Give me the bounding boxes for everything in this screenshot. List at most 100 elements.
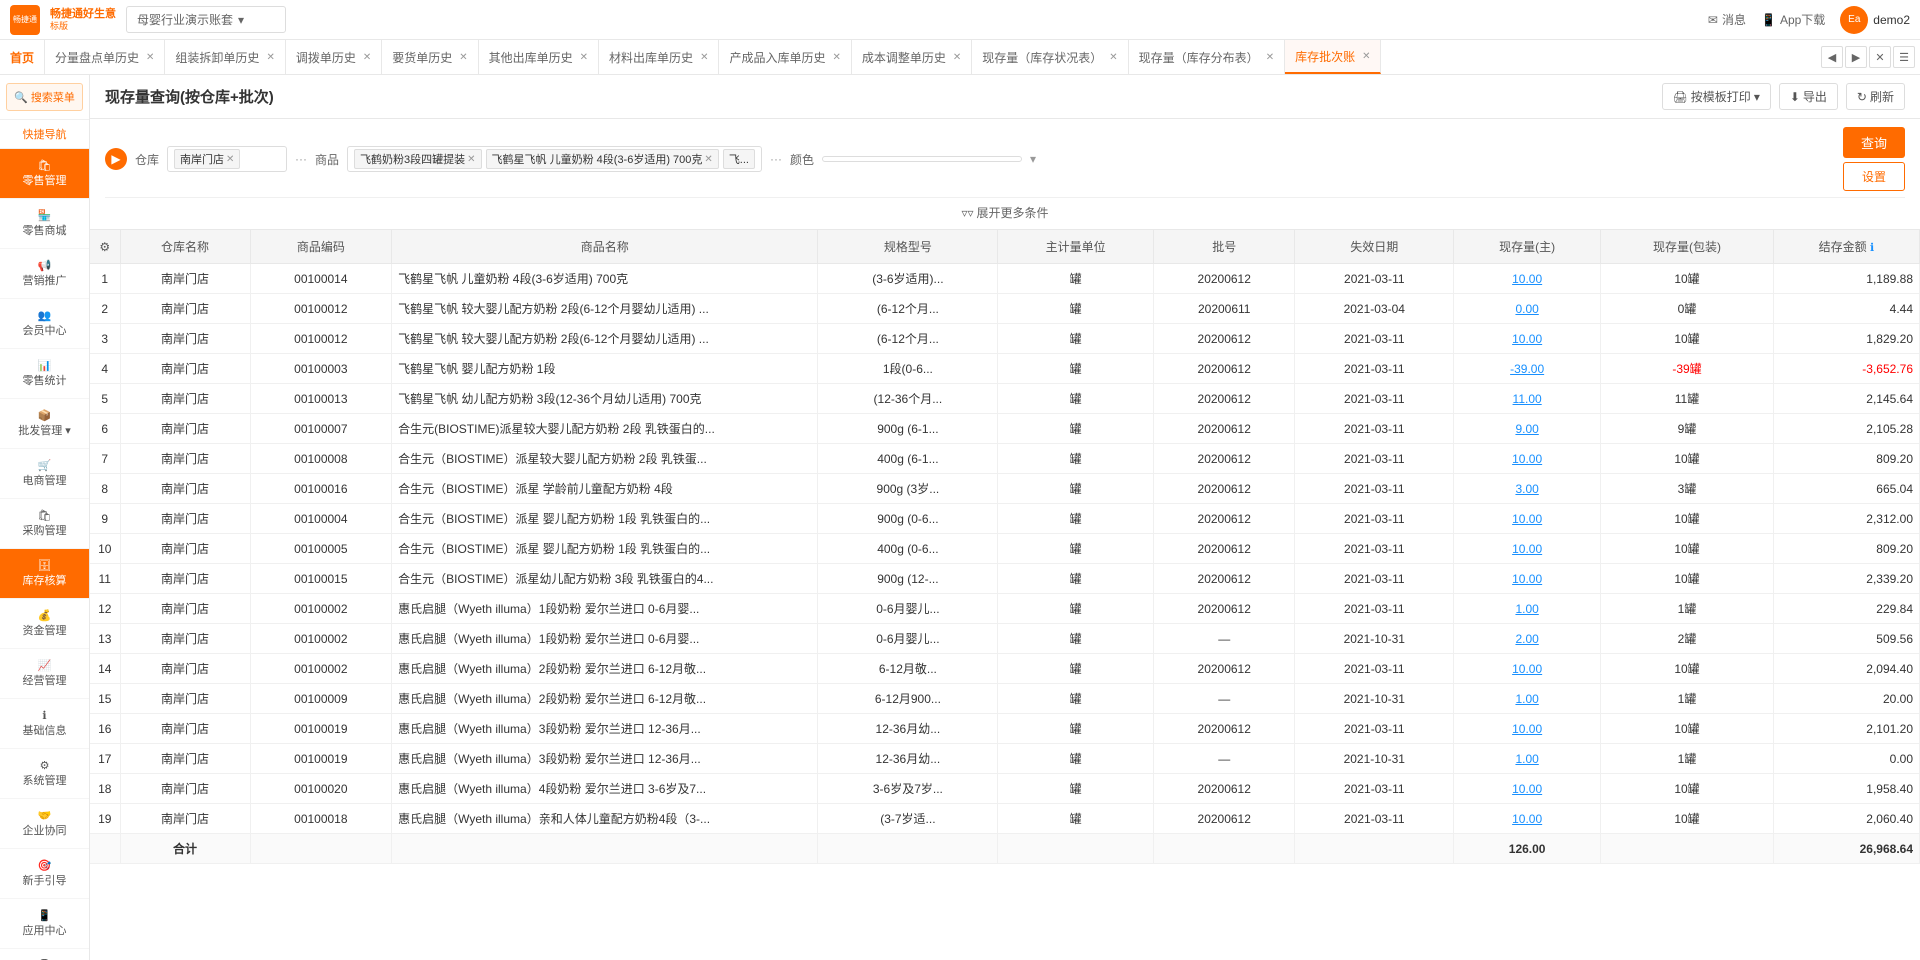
goods-more-icon[interactable]: ··· [770,152,782,166]
quick-nav-btn[interactable]: 快捷导航 [0,120,89,149]
messages-btn[interactable]: ✉ 消息 [1708,11,1746,28]
cell-qty-pkg: 1罐 [1601,744,1774,774]
cell-qty-main[interactable]: 10.00 [1454,564,1601,594]
sidebar-item-wholesale[interactable]: 📦 批发管理 ▾ [0,399,89,449]
expand-more-btn[interactable]: ▿▿ 展开更多条件 [105,197,1905,221]
tab-prev-btn[interactable]: ◀ [1821,46,1843,68]
sidebar-item-collab[interactable]: 🤝 企业协同 [0,799,89,849]
goods-tag-2-remove-icon[interactable]: ✕ [704,154,712,165]
warehouse-tag-remove-icon[interactable]: ✕ [226,154,234,165]
tab-next-btn[interactable]: ▶ [1845,46,1867,68]
close-icon[interactable]: ✕ [953,52,961,63]
main-layout: 🔍 搜索菜单 快捷导航 🛍 零售管理 🏪 零售商城 📢 营销推广 👥 [0,75,1920,960]
sidebar-item-wechat[interactable]: 💬 企业微信 [0,949,89,960]
cell-qty-main[interactable]: 10.00 [1454,444,1601,474]
messages-label: 消息 [1722,11,1746,28]
warehouse-more-icon[interactable]: ··· [295,152,307,166]
cell-qty-pkg: 10罐 [1601,654,1774,684]
amount-info-icon[interactable]: ℹ [1870,242,1874,254]
cell-qty-main[interactable]: 9.00 [1454,414,1601,444]
sidebar-item-store[interactable]: 🏪 零售商城 [0,199,89,249]
tab-chenben[interactable]: 成本调整单历史 ✕ [852,40,972,74]
tab-menu-btn[interactable]: ☰ [1893,46,1915,68]
sidebar-item-retail[interactable]: 🛍 零售管理 [0,149,89,199]
export-btn[interactable]: ⬇ 导出 [1779,83,1838,110]
tab-zuzhuang[interactable]: 组装拆卸单历史 ✕ [165,40,285,74]
tab-chengpin[interactable]: 产成品入库单历史 ✕ [719,40,851,74]
expand-arrow-btn[interactable]: ▶ [105,148,127,170]
goods-filter[interactable]: 飞鹤奶粉3段四罐提装 ✕ 飞鹤星飞帆 儿童奶粉 4段(3-6岁适用) 700克 … [347,146,762,172]
tab-diaopo[interactable]: 调拨单历史 ✕ [286,40,382,74]
cell-qty-main[interactable]: 10.00 [1454,774,1601,804]
cell-qty-main[interactable]: 1.00 [1454,684,1601,714]
cell-qty-main[interactable]: -39.00 [1454,354,1601,384]
cell-qty-main[interactable]: 11.00 [1454,384,1601,414]
account-dropdown[interactable]: 母婴行业演示账套 ▾ [126,6,286,33]
close-icon[interactable]: ✕ [459,52,467,63]
sidebar-item-marketing[interactable]: 📢 营销推广 [0,249,89,299]
tab-label: 调拨单历史 [296,49,356,66]
close-icon[interactable]: ✕ [1266,52,1274,63]
setting-btn[interactable]: 设置 [1843,162,1905,191]
sidebar-item-purchase[interactable]: 🛍 采购管理 [0,499,89,549]
cell-qty-main[interactable]: 2.00 [1454,624,1601,654]
sidebar-item-ecom[interactable]: 🛒 电商管理 [0,449,89,499]
goods-tag-1-remove-icon[interactable]: ✕ [467,154,475,165]
user-area[interactable]: Ea demo2 [1840,6,1910,34]
refresh-label: 刷新 [1870,88,1894,105]
tab-home[interactable]: 首页 [0,40,45,74]
goods-tag-1-text: 飞鹤奶粉3段四罐提装 [360,151,465,167]
cell-warehouse: 南岸门店 [120,624,250,654]
tab-label: 产成品入库单历史 [729,49,825,66]
cell-qty-pkg: 2罐 [1601,624,1774,654]
color-dropdown-icon[interactable]: ▾ [1030,152,1036,166]
refresh-btn[interactable]: ↻ 刷新 [1846,83,1905,110]
tab-cailiao[interactable]: 材料出库单历史 ✕ [599,40,719,74]
cell-qty-main[interactable]: 1.00 [1454,594,1601,624]
cell-qty-main[interactable]: 10.00 [1454,654,1601,684]
close-icon[interactable]: ✕ [832,52,840,63]
sidebar-item-apps[interactable]: 📱 应用中心 [0,899,89,949]
cell-qty-main[interactable]: 10.00 [1454,714,1601,744]
sidebar-item-system[interactable]: ⚙ 系统管理 [0,749,89,799]
cell-qty-main[interactable]: 10.00 [1454,264,1601,294]
close-icon[interactable]: ✕ [1109,52,1117,63]
tab-qitachuku[interactable]: 其他出库单历史 ✕ [479,40,599,74]
close-icon[interactable]: ✕ [146,52,154,63]
cell-qty-main[interactable]: 10.00 [1454,534,1601,564]
cell-qty-main[interactable]: 10.00 [1454,324,1601,354]
tab-xiancunliang2[interactable]: 现存量（库存分布表） ✕ [1129,40,1285,74]
tab-fenliangpandan[interactable]: 分量盘点单历史 ✕ [45,40,165,74]
warehouse-filter[interactable]: 南岸门店 ✕ [167,146,287,172]
query-btn[interactable]: 查询 [1843,127,1905,158]
guide-label: 新手引导 [5,872,84,888]
app-download-btn[interactable]: 📱 App下载 [1761,11,1825,28]
sidebar-item-stats[interactable]: 📊 零售统计 [0,349,89,399]
search-menu-btn[interactable]: 🔍 搜索菜单 [6,83,83,111]
close-icon[interactable]: ✕ [580,52,588,63]
cell-qty-main[interactable]: 10.00 [1454,504,1601,534]
sidebar-item-finance[interactable]: 💰 资金管理 [0,599,89,649]
cell-code: 00100012 [250,324,392,354]
tab-kucun-pici[interactable]: 库存批次账 ✕ [1285,40,1381,74]
print-btn[interactable]: 🖨 按模板打印 ▾ [1662,83,1771,110]
col-setting[interactable]: ⚙ [90,230,120,264]
cell-qty-main[interactable]: 0.00 [1454,294,1601,324]
tab-xiancunliang1[interactable]: 现存量（库存状况表） ✕ [972,40,1128,74]
close-icon[interactable]: ✕ [700,52,708,63]
cell-qty-main[interactable]: 10.00 [1454,804,1601,834]
sidebar-item-guide[interactable]: 🎯 新手引导 [0,849,89,899]
cell-qty-main[interactable]: 1.00 [1454,744,1601,774]
color-filter[interactable] [822,156,1022,162]
sidebar-item-operation[interactable]: 📈 经营管理 [0,649,89,699]
close-icon[interactable]: ✕ [1362,51,1370,62]
tab-close-btn[interactable]: ✕ [1869,46,1891,68]
sidebar-item-basic[interactable]: ℹ 基础信息 [0,699,89,749]
close-icon[interactable]: ✕ [266,52,274,63]
tab-yaohuo[interactable]: 要货单历史 ✕ [382,40,478,74]
cell-qty-main[interactable]: 3.00 [1454,474,1601,504]
close-icon[interactable]: ✕ [363,52,371,63]
sidebar-item-member[interactable]: 👥 会员中心 [0,299,89,349]
sidebar-item-inventory[interactable]: 🗄 库存核算 [0,549,89,599]
cell-no: 9 [90,504,120,534]
